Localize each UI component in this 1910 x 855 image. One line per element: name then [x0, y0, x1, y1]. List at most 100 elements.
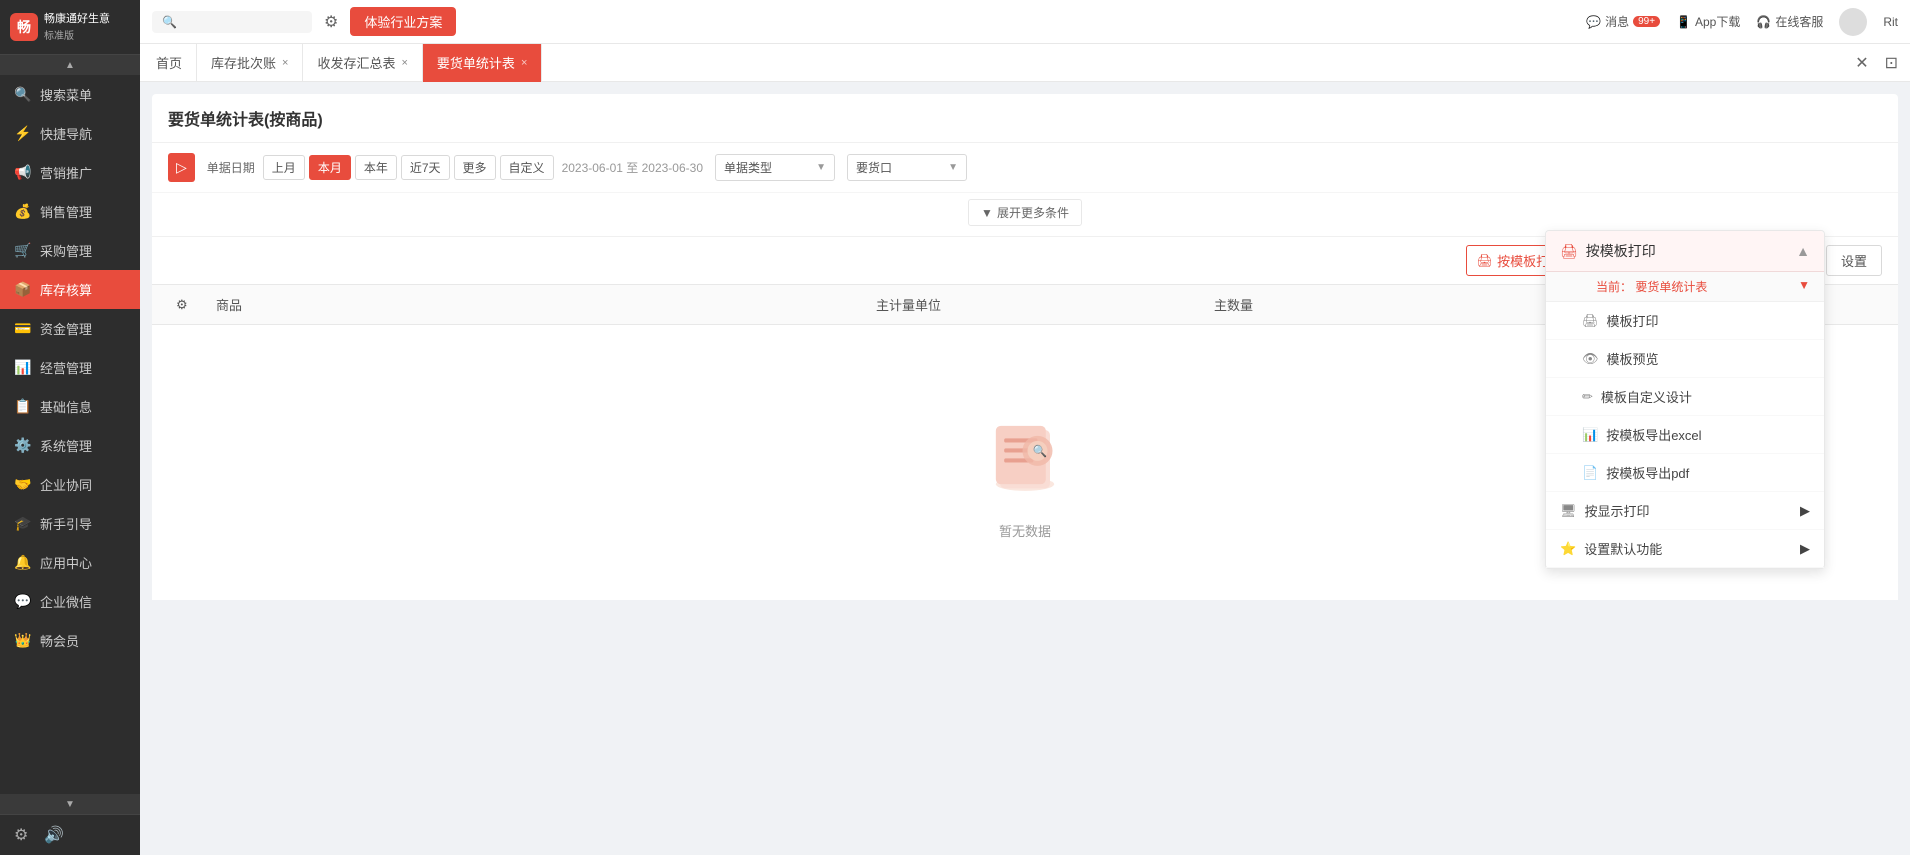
- sidebar-item-basic[interactable]: 📋 基础信息: [0, 387, 140, 426]
- export-pdf-icon: 📄: [1582, 465, 1598, 481]
- sidebar-bottom: ⚙ 🔊: [0, 814, 140, 855]
- collab-icon: 🤝: [14, 476, 32, 493]
- sidebar-item-operation[interactable]: 📊 经营管理: [0, 348, 140, 387]
- print-popup: 🖨 按模板打印 ▲ 当前： 要货单统计表 ▼ 🖨 模板打印 👁 模板预: [1545, 230, 1825, 569]
- date-btn-7days[interactable]: 近7天: [401, 155, 450, 180]
- popup-item-export-pdf[interactable]: 📄 按模板导出pdf: [1546, 454, 1824, 492]
- sidebar-item-member[interactable]: 👑 畅会员: [0, 621, 140, 660]
- popup-item-label: 模板打印: [1607, 311, 1659, 330]
- sidebar-item-appstore[interactable]: 🔔 应用中心: [0, 543, 140, 582]
- filter-icon: ▷: [176, 159, 187, 176]
- popup-item-label: 按模板导出pdf: [1606, 463, 1689, 482]
- trial-industry-button[interactable]: 体验行业方案: [350, 7, 456, 36]
- order-type-arrow-icon: ▼: [816, 162, 826, 173]
- sidebar-item-label: 营销推广: [40, 163, 92, 182]
- page-content: 要货单统计表(按商品) ▷ 单据日期 上月 本月 本年 近7天 更多 自定义 2…: [140, 82, 1910, 855]
- order-type-select[interactable]: 单据类型 ▼: [715, 154, 835, 181]
- settings-bottom-icon[interactable]: ⚙: [14, 825, 28, 845]
- page-header: 要货单统计表(按商品): [152, 94, 1898, 142]
- sidebar-nav: 🔍 搜索菜单 ⚡ 快捷导航 📢 营销推广 💰 销售管理 🛒 采购管理 📦 库存核…: [0, 75, 140, 794]
- sidebar: 畅 畅康通好生意 标准版 ▲ 🔍 搜索菜单 ⚡ 快捷导航 📢 营销推广 💰 销售…: [0, 0, 140, 855]
- expand-tabs-button[interactable]: ⊡: [1881, 49, 1902, 77]
- sidebar-item-wechat[interactable]: 💬 企业微信: [0, 582, 140, 621]
- popup-item-template-preview[interactable]: 👁 模板预览: [1546, 340, 1824, 378]
- expand-chevron-icon: ▼: [981, 206, 993, 220]
- scroll-down-btn[interactable]: ▼: [0, 794, 140, 814]
- search-nav-icon: 🔍: [14, 86, 32, 103]
- audio-icon[interactable]: 🔊: [44, 825, 64, 845]
- date-btn-more[interactable]: 更多: [454, 155, 496, 180]
- tab-home[interactable]: 首页: [152, 44, 197, 82]
- username-label: Rit: [1883, 15, 1898, 29]
- tab-home-label: 首页: [156, 53, 182, 72]
- sidebar-item-finance[interactable]: 💳 资金管理: [0, 309, 140, 348]
- sidebar-item-guide[interactable]: 🎓 新手引导: [0, 504, 140, 543]
- col-settings[interactable]: ⚙: [168, 287, 208, 323]
- basic-icon: 📋: [14, 398, 32, 415]
- marketing-icon: 📢: [14, 164, 32, 181]
- topbar: 🔍 ⚙ 体验行业方案 💬 消息 99+ 📱 App下载 🎧 在线客服 Rit: [140, 0, 1910, 44]
- expand-more-btn[interactable]: ▼ 展开更多条件: [968, 199, 1082, 226]
- tab-receipt-summary-close[interactable]: ×: [401, 57, 407, 69]
- tabbar: 首页 库存批次账 × 收发存汇总表 × 要货单统计表 × ✕ ⊡: [140, 44, 1910, 82]
- finance-icon: 💳: [14, 320, 32, 337]
- tab-inventory-batch[interactable]: 库存批次账 ×: [197, 44, 303, 82]
- close-tab-button[interactable]: ✕: [1851, 49, 1872, 77]
- sidebar-item-label: 基础信息: [40, 397, 92, 416]
- tab-inventory-batch-close[interactable]: ×: [282, 57, 288, 69]
- date-buttons: 上月 本月 本年 近7天 更多 自定义: [263, 155, 554, 180]
- svg-text:🔍: 🔍: [1033, 443, 1048, 458]
- sales-icon: 💰: [14, 203, 32, 220]
- topbar-search[interactable]: 🔍: [152, 11, 312, 33]
- sidebar-item-label: 新手引导: [40, 514, 92, 533]
- current-arrow-icon[interactable]: ▼: [1798, 278, 1810, 292]
- popup-section-set-default[interactable]: ⭐ 设置默认功能 ▶: [1546, 530, 1824, 568]
- popup-section-display-print[interactable]: 🖥 按显示打印 ▶: [1546, 492, 1824, 530]
- settings-gear-icon[interactable]: ⚙: [320, 8, 342, 36]
- messages-label: 消息: [1605, 13, 1629, 30]
- messages-action[interactable]: 💬 消息 99+: [1586, 13, 1660, 30]
- popup-section-label: 按显示打印: [1585, 501, 1650, 520]
- export-excel-icon: 📊: [1582, 427, 1598, 443]
- date-filter-section: 单据日期 上月 本月 本年 近7天 更多 自定义 2023-06-01 至 20…: [207, 155, 703, 180]
- date-btn-current-month[interactable]: 本月: [309, 155, 351, 180]
- tab-order-stats-close[interactable]: ×: [521, 57, 527, 69]
- sidebar-item-marketing[interactable]: 📢 营销推广: [0, 153, 140, 192]
- shortcut-icon: ⚡: [14, 125, 32, 142]
- guide-icon: 🎓: [14, 515, 32, 532]
- popup-item-export-excel[interactable]: 📊 按模板导出excel: [1546, 416, 1824, 454]
- user-avatar[interactable]: [1839, 8, 1867, 36]
- sidebar-item-label: 系统管理: [40, 436, 92, 455]
- date-btn-current-year[interactable]: 本年: [355, 155, 397, 180]
- app-download-action[interactable]: 📱 App下载: [1676, 13, 1740, 30]
- scroll-up-btn[interactable]: ▲: [0, 55, 140, 75]
- order-goods-select[interactable]: 要货口 ▼: [847, 154, 967, 181]
- template-preview-icon: 👁: [1582, 351, 1599, 367]
- popup-item-label: 模板自定义设计: [1601, 387, 1692, 406]
- sidebar-item-label: 库存核算: [40, 280, 92, 299]
- tab-order-stats[interactable]: 要货单统计表 ×: [423, 44, 542, 82]
- inventory-icon: 📦: [14, 281, 32, 298]
- sidebar-item-purchase[interactable]: 🛒 采购管理: [0, 231, 140, 270]
- settings-action-btn[interactable]: 设置: [1826, 245, 1882, 276]
- display-print-icon: 🖥: [1560, 503, 1577, 519]
- online-service-action[interactable]: 🎧 在线客服: [1756, 13, 1823, 30]
- popup-collapse-btn[interactable]: ▲: [1796, 243, 1810, 259]
- template-custom-icon: ✏: [1582, 389, 1593, 405]
- filter-toggle-btn[interactable]: ▷: [168, 153, 195, 182]
- date-btn-custom[interactable]: 自定义: [500, 155, 554, 180]
- date-btn-prev-month[interactable]: 上月: [263, 155, 305, 180]
- tab-receipt-summary[interactable]: 收发存汇总表 ×: [303, 44, 422, 82]
- sidebar-item-inventory[interactable]: 📦 库存核算: [0, 270, 140, 309]
- sidebar-item-collab[interactable]: 🤝 企业协同: [0, 465, 140, 504]
- tab-inventory-batch-label: 库存批次账: [211, 53, 276, 72]
- sidebar-item-search[interactable]: 🔍 搜索菜单: [0, 75, 140, 114]
- sidebar-item-shortcut[interactable]: ⚡ 快捷导航: [0, 114, 140, 153]
- popup-item-template-custom[interactable]: ✏ 模板自定义设计: [1546, 378, 1824, 416]
- search-icon: 🔍: [162, 15, 177, 29]
- popup-item-template-print[interactable]: 🖨 模板打印: [1546, 302, 1824, 340]
- sidebar-item-sales[interactable]: 💰 销售管理: [0, 192, 140, 231]
- sidebar-item-label: 经营管理: [40, 358, 92, 377]
- print-icon: 🖨: [1477, 253, 1494, 269]
- sidebar-item-system[interactable]: ⚙️ 系统管理: [0, 426, 140, 465]
